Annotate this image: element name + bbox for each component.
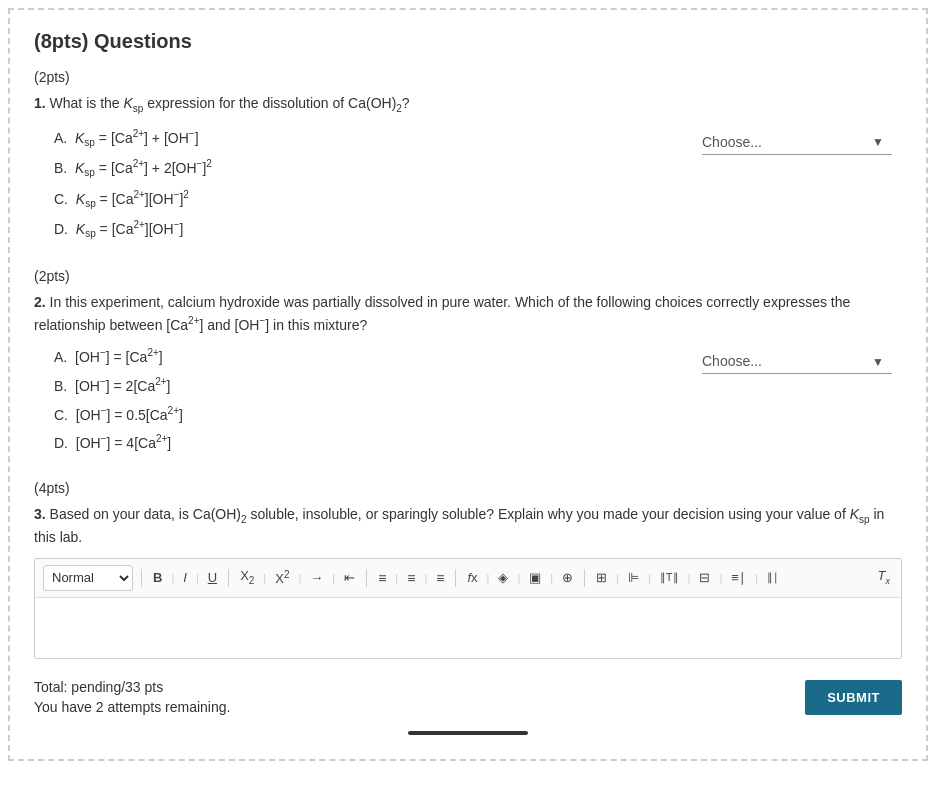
sep-t4: | [719, 572, 722, 584]
bold-button[interactable]: B [150, 569, 165, 586]
question-2-block: (2pts) 2. In this experiment, calcium hy… [34, 268, 902, 460]
subscript-button[interactable]: X2 [237, 567, 257, 588]
divider-5 [584, 569, 585, 587]
divider-3 [366, 569, 367, 587]
table-cell-button[interactable]: ⊟ [696, 569, 713, 586]
q3-pts: (4pts) [34, 480, 902, 496]
page-title: (8pts) Questions [34, 30, 902, 53]
editor-toolbar: Normal Heading 1 Heading 2 Heading 3 B |… [35, 559, 901, 598]
clear-format-button[interactable]: Tx [875, 567, 893, 588]
sep-i: | [196, 572, 199, 584]
sep-l1: | [395, 572, 398, 584]
q2-dropdown-wrapper[interactable]: Choose... A B C D ▼ [702, 349, 902, 374]
table-align-button[interactable]: ≡∣ [728, 569, 749, 586]
sep-arr: | [332, 572, 335, 584]
q1-option-c: C. Ksp = [Ca2+][OH−]2 [54, 187, 212, 211]
sep-t5: | [755, 572, 758, 584]
table-col-button[interactable]: ⊫ [625, 569, 642, 586]
table-button[interactable]: ⊞ [593, 569, 610, 586]
sep-t1: | [616, 572, 619, 584]
q1-option-d: D. Ksp = [Ca2+][OH−] [54, 217, 212, 241]
q1-number: 1. [34, 95, 46, 111]
footer-section: Total: pending/33 pts You have 2 attempt… [34, 679, 902, 715]
quiz-container: (8pts) Questions (2pts) 1. What is the K… [8, 8, 928, 761]
footer-info: Total: pending/33 pts You have 2 attempt… [34, 679, 230, 715]
divider-4 [455, 569, 456, 587]
link-button[interactable]: ⊕ [559, 569, 576, 586]
total-pts-label: Total: pending/33 pts [34, 679, 230, 695]
underline-button[interactable]: U [205, 569, 220, 586]
q2-option-d: D. [OH−] = 4[Ca2+] [54, 431, 183, 454]
q1-options-list: A. Ksp = [Ca2+] + [OH−] B. Ksp = [Ca2+] … [34, 126, 212, 248]
list-unordered-button[interactable]: ≡ [404, 569, 418, 587]
q1-option-a: A. Ksp = [Ca2+] + [OH−] [54, 126, 212, 150]
sep-t2: | [648, 572, 651, 584]
sep-l2: | [424, 572, 427, 584]
question-3-block: (4pts) 3. Based on your data, is Ca(OH)2… [34, 480, 902, 659]
sep-sup: | [298, 572, 301, 584]
superscript-button[interactable]: X2 [272, 568, 292, 587]
sep-sub: | [263, 572, 266, 584]
q2-options-list: A. [OH−] = [Ca2+] B. [OH−] = 2[Ca2+] C. … [34, 345, 183, 460]
q2-option-b: B. [OH−] = 2[Ca2+] [54, 374, 183, 397]
question-1-block: (2pts) 1. What is the Ksp expression for… [34, 69, 902, 248]
table-sort-button[interactable]: ∥∣ [764, 570, 782, 585]
q2-option-a: A. [OH−] = [Ca2+] [54, 345, 183, 368]
editor-wrapper: Normal Heading 1 Heading 2 Heading 3 B |… [34, 558, 902, 659]
scrollbar-indicator [408, 731, 528, 735]
q1-pts: (2pts) [34, 69, 902, 85]
answer-editor: Normal Heading 1 Heading 2 Heading 3 B |… [34, 558, 902, 659]
italic-button[interactable]: I [180, 569, 190, 586]
divider-2 [228, 569, 229, 587]
formula-button[interactable]: fx [464, 569, 480, 586]
table-row-button[interactable]: ∥T∥ [657, 570, 682, 585]
q2-option-c: C. [OH−] = 0.5[Ca2+] [54, 403, 183, 426]
submit-button[interactable]: SUBMIT [805, 680, 902, 715]
q2-options-row: A. [OH−] = [Ca2+] B. [OH−] = 2[Ca2+] C. … [34, 345, 902, 460]
answer-text-area[interactable] [35, 598, 901, 658]
q1-text: 1. What is the Ksp expression for the di… [34, 93, 902, 116]
sep-fx: | [487, 572, 490, 584]
image-button[interactable]: ▣ [526, 569, 544, 586]
sep-t3: | [688, 572, 691, 584]
attempts-label: You have 2 attempts remaining. [34, 699, 230, 715]
q1-options-row: A. Ksp = [Ca2+] + [OH−] B. Ksp = [Ca2+] … [34, 126, 902, 248]
q2-text: 2. In this experiment, calcium hydroxide… [34, 292, 902, 336]
q2-number: 2. [34, 294, 46, 310]
q1-dropdown-wrapper[interactable]: Choose... A B C D ▼ [702, 130, 902, 155]
list-ordered-button[interactable]: ≡ [375, 569, 389, 587]
divider-1 [141, 569, 142, 587]
q3-number: 3. [34, 506, 46, 522]
q2-pts: (2pts) [34, 268, 902, 284]
special-char-button[interactable]: ◈ [495, 569, 511, 586]
list-plain-button[interactable]: ≡ [433, 569, 447, 587]
q1-option-b: B. Ksp = [Ca2+] + 2[OH−]2 [54, 156, 212, 180]
style-select[interactable]: Normal Heading 1 Heading 2 Heading 3 [43, 565, 133, 591]
q1-choose-select[interactable]: Choose... A B C D [702, 130, 892, 155]
indent-button[interactable]: ⇤ [341, 569, 358, 586]
sep-img: | [550, 572, 553, 584]
arrow-button[interactable]: → [307, 569, 326, 586]
q2-choose-select[interactable]: Choose... A B C D [702, 349, 892, 374]
sep-sc: | [517, 572, 520, 584]
q3-text: 3. Based on your data, is Ca(OH)2 solubl… [34, 504, 902, 548]
sep-b: | [171, 572, 174, 584]
